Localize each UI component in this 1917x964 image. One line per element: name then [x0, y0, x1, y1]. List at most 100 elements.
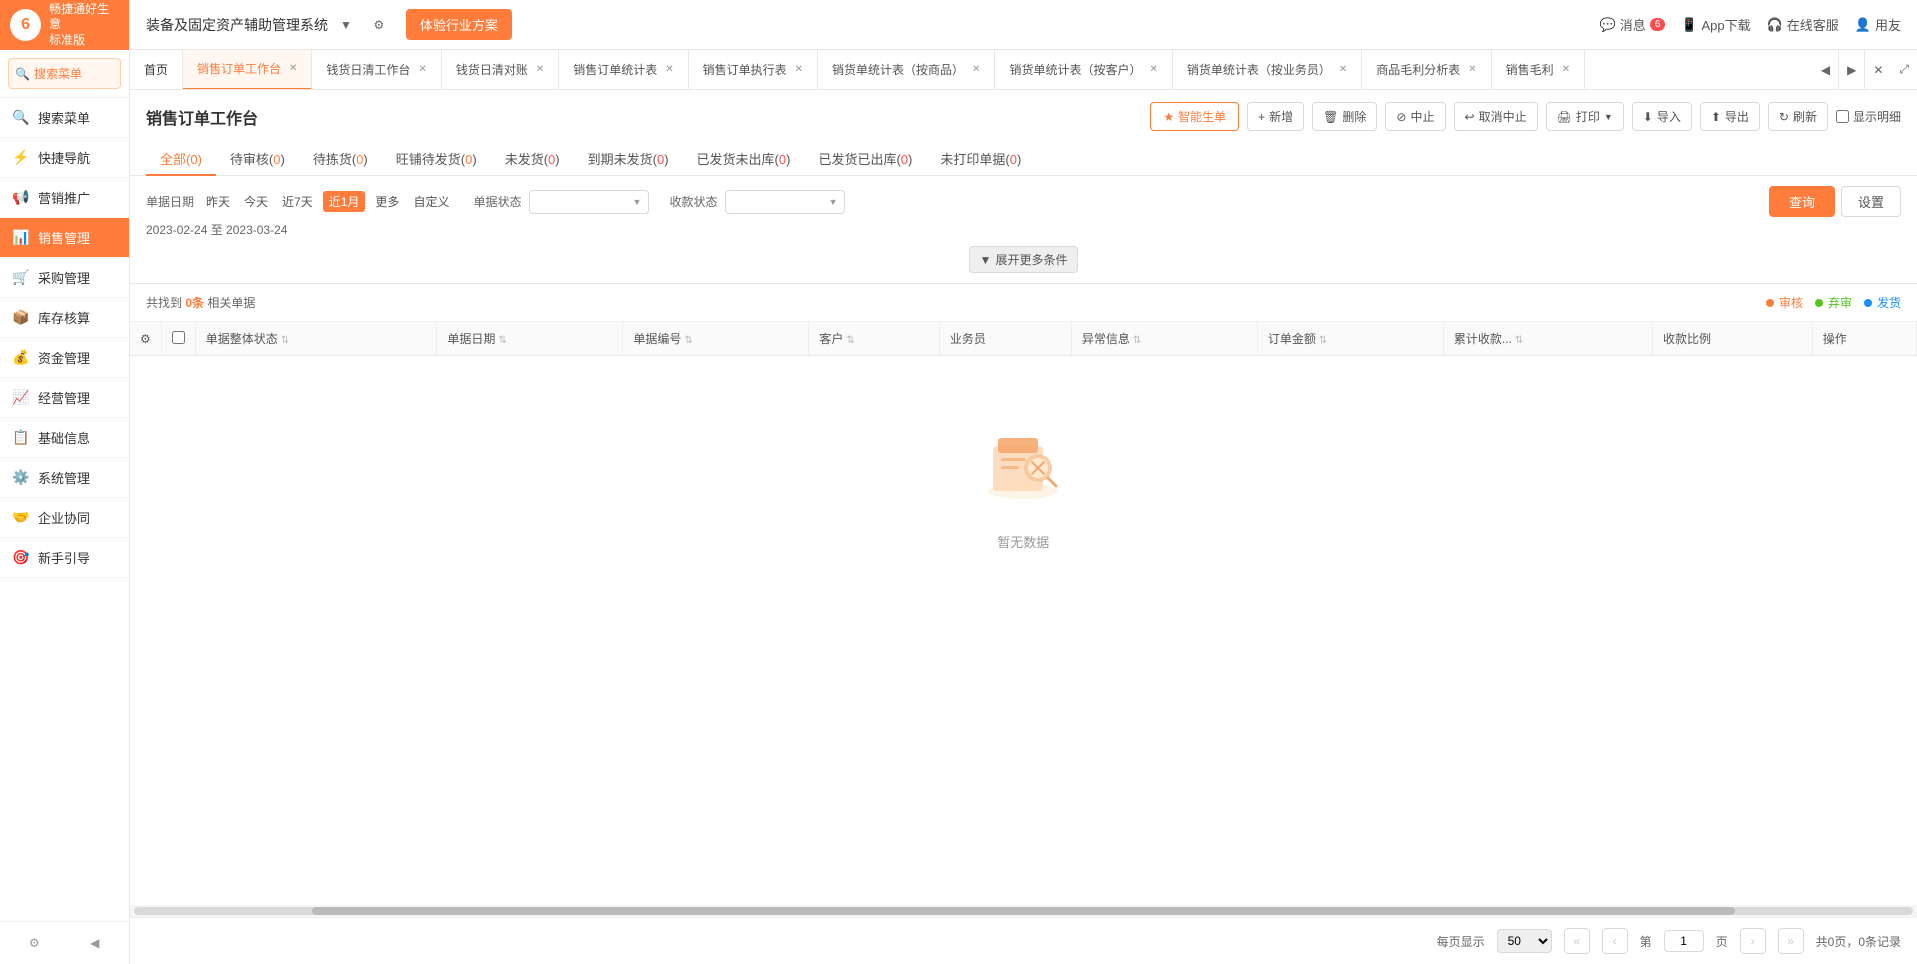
sort-customer-icon[interactable]: ⇅: [846, 335, 854, 346]
app-download-button[interactable]: 📱 App下载: [1681, 15, 1750, 34]
sidebar-item-marketing[interactable]: 📢营销推广: [0, 178, 129, 218]
tab-home[interactable]: 首页: [130, 50, 183, 90]
review-action-button[interactable]: 审核: [1766, 294, 1803, 311]
tab-cash-reconcile[interactable]: 钱货日清对账✕: [442, 50, 559, 90]
show-detail-checkbox[interactable]: [1836, 110, 1849, 123]
user-menu-button[interactable]: 👤 用友: [1855, 15, 1901, 34]
sort-date-icon[interactable]: ⇅: [498, 335, 506, 346]
date-shortcut-昨天[interactable]: 昨天: [202, 191, 234, 212]
per-page-select[interactable]: 50 10 20 100: [1497, 929, 1552, 953]
tab-sales-stats-customer[interactable]: 销货单统计表（按客户）✕: [995, 50, 1172, 90]
tab-scroll-right[interactable]: ▶: [1839, 50, 1865, 90]
tab-close-sales-stats-product[interactable]: ✕: [972, 64, 980, 75]
search-menu-button[interactable]: 🔍 搜索菜单: [8, 58, 121, 89]
tab-close-sales-order-execute[interactable]: ✕: [795, 64, 803, 75]
last-page-button[interactable]: »: [1778, 928, 1804, 954]
import-button[interactable]: ⬇ 导入: [1632, 102, 1692, 131]
tab-maximize[interactable]: ⤢: [1891, 50, 1917, 90]
tab-close-all[interactable]: ✕: [1865, 50, 1891, 90]
column-settings[interactable]: ⚙: [130, 322, 161, 356]
sub-tab-shipped-not-out[interactable]: 已发货未出库(0): [683, 143, 805, 176]
ship-action-button[interactable]: 发货: [1864, 294, 1901, 311]
sub-tab-expired-not-shipped[interactable]: 到期未发货(0): [574, 143, 683, 176]
topbar-settings-icon[interactable]: ⚙: [364, 10, 394, 40]
payment-select[interactable]: [725, 190, 845, 214]
industry-solution-button[interactable]: 体验行业方案: [406, 9, 512, 40]
cancel-review-action-button[interactable]: 弃审: [1815, 294, 1852, 311]
tab-sales-stats-staff[interactable]: 销货单统计表（按业务员）✕: [1173, 50, 1362, 90]
horizontal-scrollbar[interactable]: [130, 905, 1917, 917]
tab-scroll-left[interactable]: ◀: [1813, 50, 1839, 90]
status-select[interactable]: [529, 190, 649, 214]
stop-button[interactable]: ⊘ 中止: [1385, 102, 1445, 131]
tab-close-cash-daily[interactable]: ✕: [418, 64, 426, 75]
set-button[interactable]: 设置: [1841, 186, 1901, 217]
sub-tab-not-shipped[interactable]: 未发货(0): [491, 143, 574, 176]
sidebar-collapse-button[interactable]: ◀: [69, 930, 122, 956]
tab-sales-earn[interactable]: 销售毛利✕: [1492, 50, 1585, 90]
tab-close-sales-order-stats[interactable]: ✕: [665, 64, 673, 75]
tab-close-cash-reconcile[interactable]: ✕: [536, 64, 544, 75]
sort-number-icon[interactable]: ⇅: [684, 335, 692, 346]
sort-status-icon[interactable]: ⇅: [281, 335, 289, 346]
scrollbar-thumb[interactable]: [312, 907, 1735, 915]
sidebar-item-inventory[interactable]: 📦库存核算: [0, 298, 129, 338]
tab-close-sales-earn[interactable]: ✕: [1562, 64, 1570, 75]
sidebar-item-operation[interactable]: 📈经营管理: [0, 378, 129, 418]
date-shortcut-自定义[interactable]: 自定义: [409, 191, 453, 212]
page-number-input[interactable]: [1664, 930, 1704, 952]
add-button[interactable]: + 新增: [1247, 102, 1304, 131]
tab-close-sales-order-workbench[interactable]: ✕: [289, 63, 297, 74]
sub-tab-shipped-out[interactable]: 已发货已出库(0): [804, 143, 926, 176]
sort-amount-icon[interactable]: ⇅: [1319, 335, 1327, 346]
sidebar-item-search[interactable]: 🔍搜索菜单: [0, 98, 129, 138]
next-page-button[interactable]: ›: [1740, 928, 1766, 954]
sub-tab-pending-review[interactable]: 待审核(0): [216, 143, 299, 176]
sub-tab-not-printed[interactable]: 未打印单据(0): [926, 143, 1035, 176]
show-detail-checkbox-label[interactable]: 显示明细: [1836, 108, 1901, 125]
tab-sales-order-workbench[interactable]: 销售订单工作台✕: [183, 50, 312, 90]
sub-tab-pending-pickup[interactable]: 待拣货(0): [299, 143, 382, 176]
sidebar-item-newbie[interactable]: 🎯新手引导: [0, 538, 129, 578]
sort-exception-icon[interactable]: ⇅: [1133, 335, 1141, 346]
print-button[interactable]: 🖨 打印 ▼: [1546, 102, 1624, 131]
tab-close-sales-stats-staff[interactable]: ✕: [1339, 64, 1347, 75]
sidebar-item-purchase[interactable]: 🛒采购管理: [0, 258, 129, 298]
sidebar-item-enterprise[interactable]: 🤝企业协同: [0, 498, 129, 538]
tab-close-margin-analysis[interactable]: ✕: [1468, 64, 1476, 75]
message-button[interactable]: 💬 消息 6: [1600, 15, 1666, 34]
tab-sales-order-execute[interactable]: 销售订单执行表✕: [689, 50, 818, 90]
select-all-checkbox[interactable]: [172, 331, 185, 344]
plus-icon: +: [1258, 110, 1265, 124]
tab-close-sales-stats-customer[interactable]: ✕: [1149, 64, 1157, 75]
date-shortcut-近1月[interactable]: 近1月: [323, 191, 366, 212]
topbar-dropdown[interactable]: ▼: [340, 18, 352, 32]
sidebar-item-quick-nav[interactable]: ⚡快捷导航: [0, 138, 129, 178]
sort-received-icon[interactable]: ⇅: [1515, 335, 1523, 346]
sidebar-settings-button[interactable]: ⚙: [8, 930, 61, 956]
expand-conditions-button[interactable]: ▼ 展开更多条件: [969, 246, 1079, 273]
sub-tab-all[interactable]: 全部(0): [146, 143, 216, 176]
smart-generate-button[interactable]: ★ 智能生单: [1150, 102, 1239, 131]
first-page-button[interactable]: «: [1564, 928, 1590, 954]
prev-page-button[interactable]: ‹: [1602, 928, 1628, 954]
tab-sales-order-stats[interactable]: 销售订单统计表✕: [559, 50, 688, 90]
tab-sales-stats-product[interactable]: 销货单统计表（按商品）✕: [818, 50, 995, 90]
sidebar-item-sales[interactable]: 📊销售管理: [0, 218, 129, 258]
refresh-button[interactable]: ↻ 刷新: [1768, 102, 1828, 131]
table-scroll[interactable]: ⚙ 单据整体状态⇅ 单据日期⇅ 单据编号⇅: [130, 322, 1917, 905]
delete-button[interactable]: 🗑 删除: [1312, 102, 1377, 131]
sidebar-item-finance[interactable]: 💰资金管理: [0, 338, 129, 378]
date-shortcut-更多[interactable]: 更多: [371, 191, 403, 212]
cancel-stop-button[interactable]: ↩ 取消中止: [1454, 102, 1538, 131]
date-shortcut-近7天[interactable]: 近7天: [278, 191, 317, 212]
tab-cash-daily[interactable]: 钱货日清工作台✕: [312, 50, 441, 90]
query-button[interactable]: 查询: [1769, 186, 1835, 217]
tab-margin-analysis[interactable]: 商品毛利分析表✕: [1362, 50, 1491, 90]
sidebar-item-basic[interactable]: 📋基础信息: [0, 418, 129, 458]
sidebar-item-system[interactable]: ⚙️系统管理: [0, 458, 129, 498]
date-shortcut-今天[interactable]: 今天: [240, 191, 272, 212]
sub-tab-wangpu-pending[interactable]: 旺铺待发货(0): [382, 143, 491, 176]
online-service-button[interactable]: 🎧 在线客服: [1767, 15, 1839, 34]
export-button[interactable]: ⬆ 导出: [1700, 102, 1760, 131]
